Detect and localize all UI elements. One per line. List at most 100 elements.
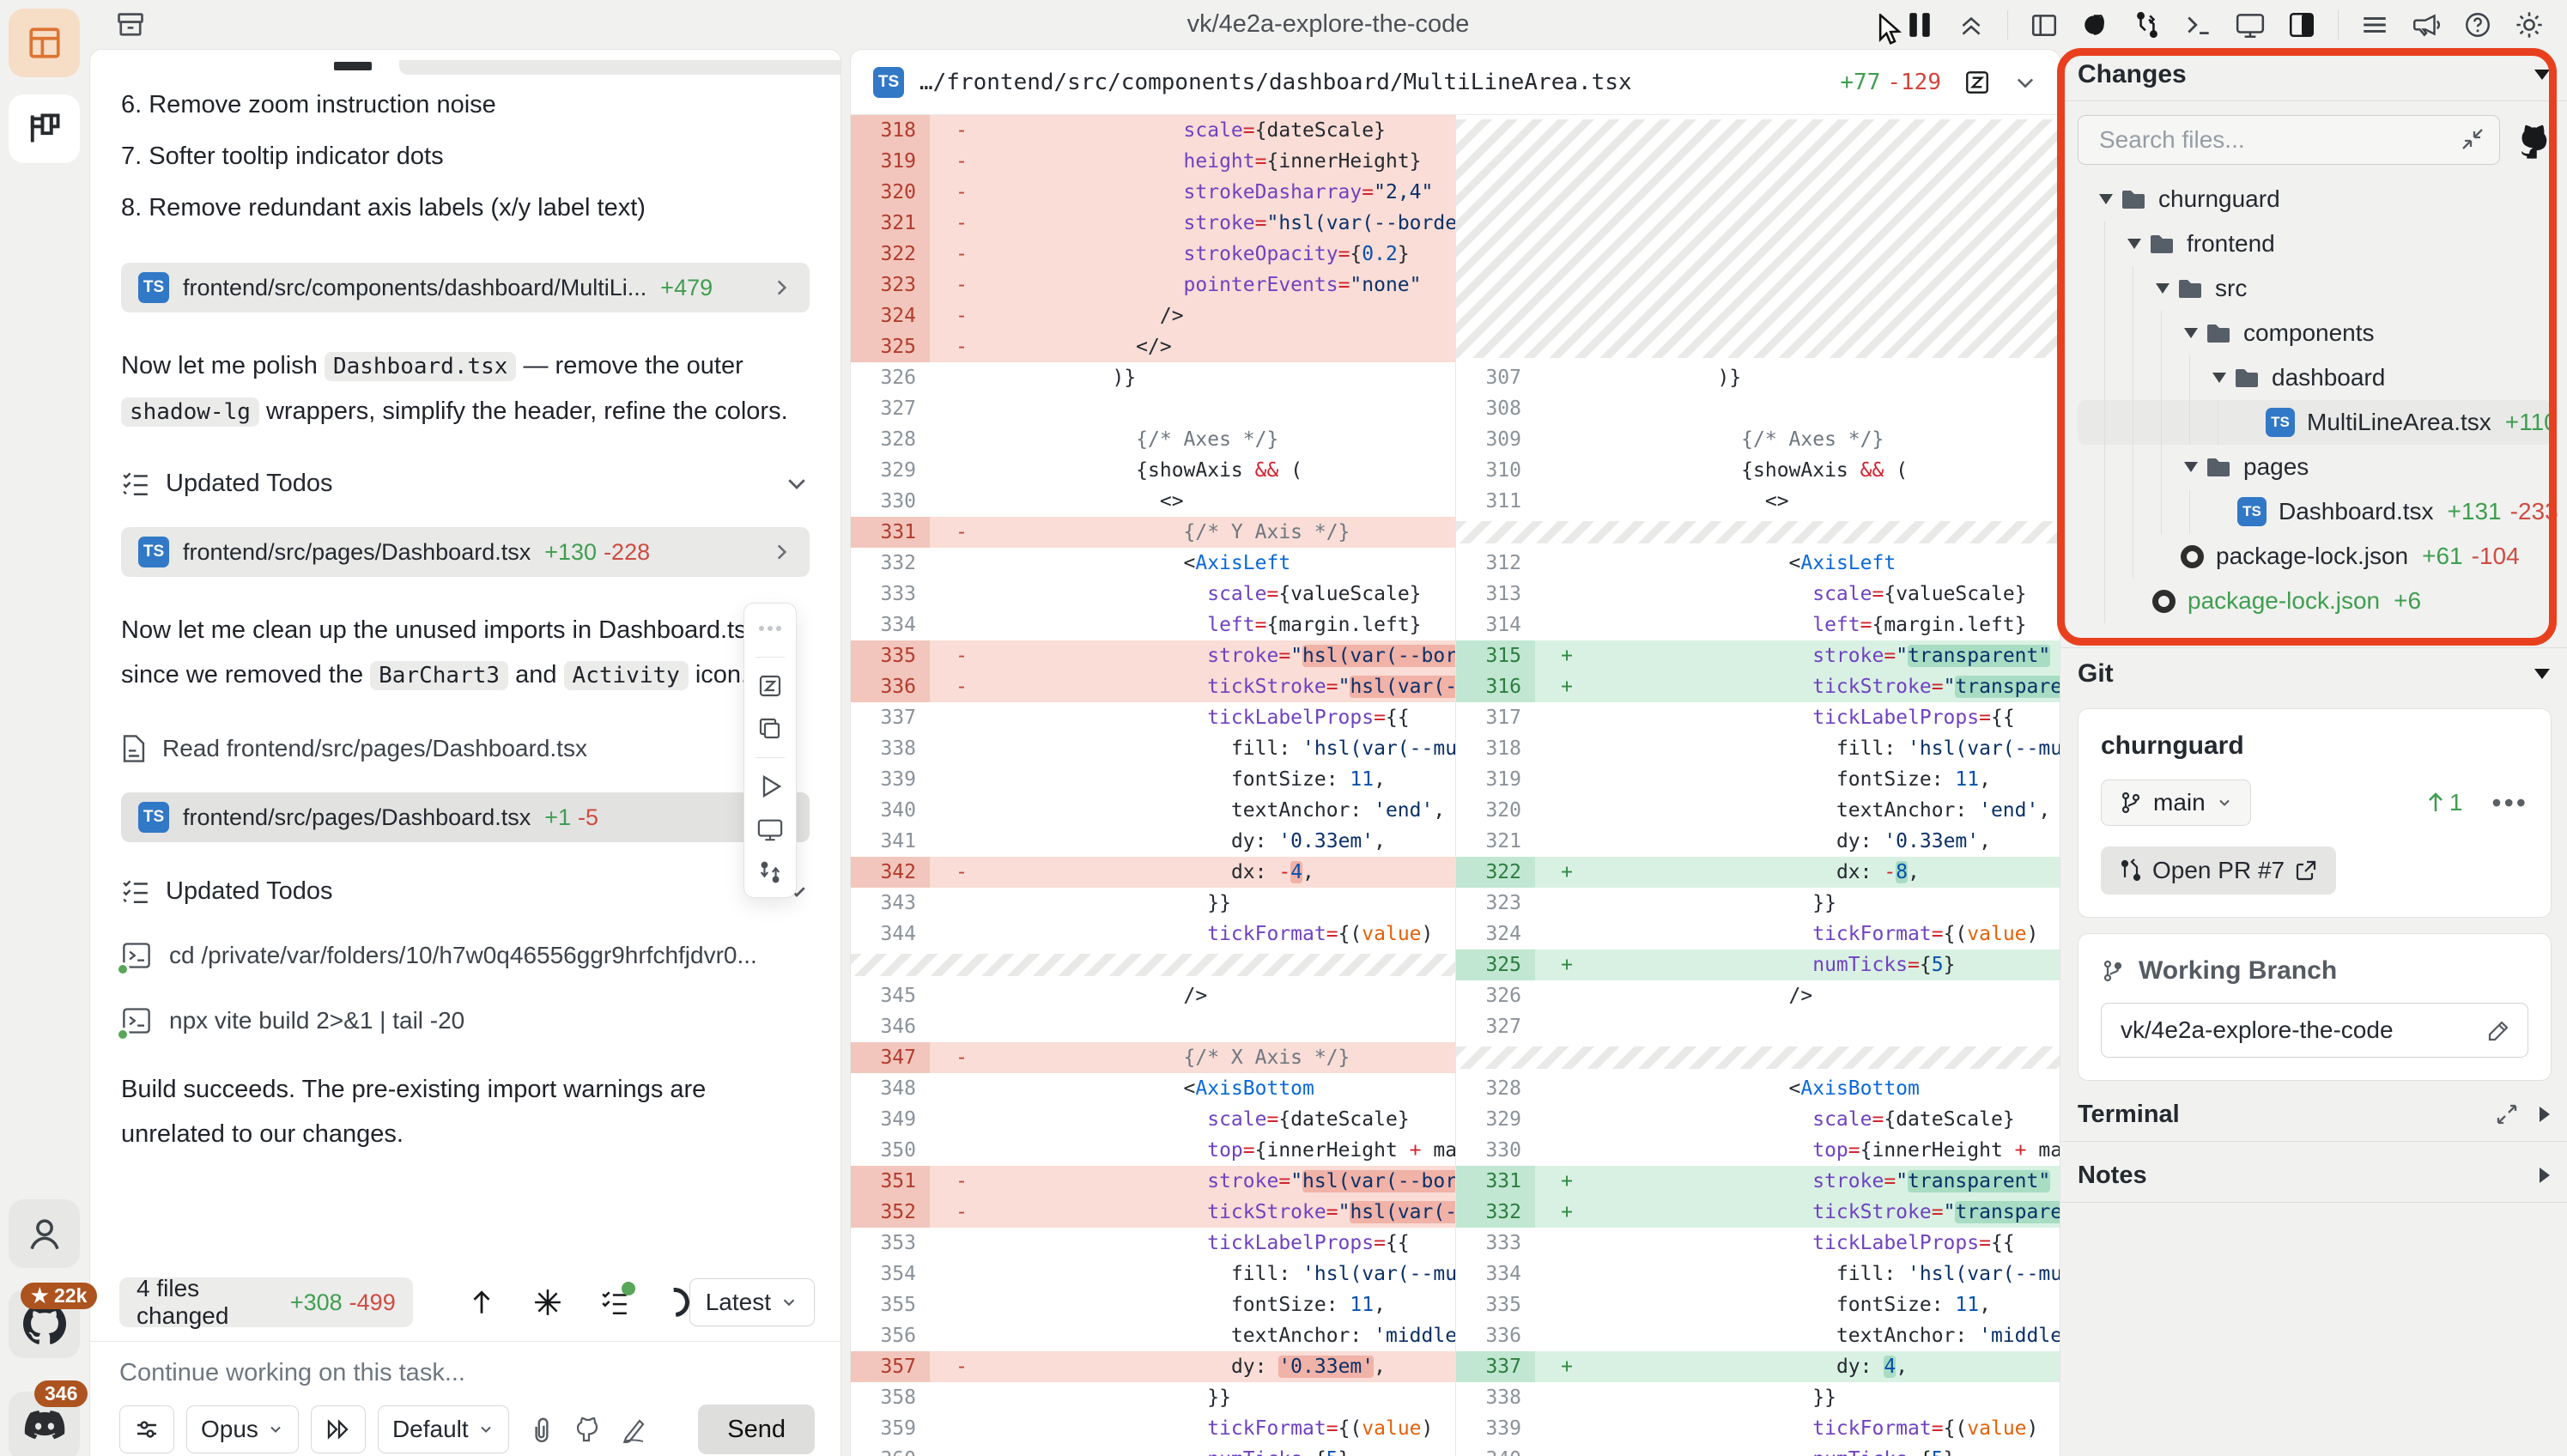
read-file-row[interactable]: Read frontend/src/pages/Dashboard.tsx [121,734,810,763]
more-actions-button[interactable]: ••• [2491,787,2528,819]
code-text: height={innerHeight} [993,146,1455,177]
snapshot-icon[interactable] [1963,69,1991,96]
github-cat-icon[interactable] [574,1416,602,1443]
diff-collapsed-region [1456,1042,2060,1073]
code-text: tickFormat={(value) [1599,1413,2060,1444]
collapse-tree-icon[interactable] [2460,126,2485,152]
changes-section-header[interactable]: Changes [2078,49,2552,100]
diff-row: 311<> [1456,486,2060,517]
files-changed-chip[interactable]: 4 files changed +308 -499 [119,1277,413,1327]
rail-layout-tab[interactable] [9,9,80,77]
tree-row[interactable]: churnguard [2078,177,2552,221]
terminal-section-header[interactable]: Terminal [2078,1088,2552,1141]
read-label: Read frontend/src/pages/Dashboard.tsx [162,735,587,762]
expand-icon[interactable] [2495,1102,2519,1126]
code-text [1599,1011,2060,1042]
terminal-command-row[interactable]: cd /private/var/folders/10/h7w0q46556ggr… [121,940,810,971]
snapshot-icon[interactable] [756,671,785,701]
tree-row[interactable]: dashboard [2078,355,2552,400]
tree-row[interactable]: src [2078,266,2552,311]
caret-right-icon[interactable] [2538,1105,2552,1124]
scroll-top-icon[interactable] [468,1288,495,1317]
toolbar-divider [2007,10,2008,39]
chat-settings-button[interactable] [119,1405,174,1453]
checklist-icon [121,877,150,906]
diff-row: 320textAnchor: 'end', [1456,795,2060,826]
rail-account-button[interactable] [9,1199,80,1268]
rail-board-tab[interactable] [9,94,80,163]
code-text: tickStroke="transparent" [1599,671,2060,702]
fast-forward-button[interactable] [311,1405,366,1453]
menu-icon[interactable] [2359,9,2390,40]
burst-icon[interactable] [533,1288,562,1317]
settings-gear-icon[interactable] [2514,9,2545,40]
line-number: 348 [851,1073,930,1104]
indent-guide [2189,489,2212,534]
removed-count: -228 [604,539,650,566]
git-section-header[interactable]: Git [2078,648,2552,700]
collapse-diff-icon[interactable] [2013,70,2037,94]
display-icon[interactable] [2235,9,2266,40]
model-dropdown[interactable]: Opus [186,1405,299,1453]
code-text: fill: 'hsl(var(--muted))' [1599,1259,2060,1289]
compare-icon[interactable] [756,858,785,887]
branch-dropdown[interactable]: main [2101,780,2251,826]
attach-icon[interactable] [528,1415,555,1444]
run-icon[interactable] [756,772,785,801]
updated-todos-row[interactable]: Updated Todos [121,469,810,498]
panel-right-icon[interactable] [2286,9,2317,40]
tree-row[interactable]: components [2078,311,2552,355]
latest-dropdown[interactable]: Latest [689,1278,815,1326]
line-number: 355 [851,1289,930,1320]
file-diff-chip[interactable]: TSfrontend/src/pages/Dashboard.tsx+130-2… [121,527,810,577]
updated-todos-row[interactable]: Updated Todos [121,877,810,906]
terminal-icon[interactable] [2183,9,2214,40]
pause-icon[interactable] [1904,9,1935,40]
open-pr-button[interactable]: Open PR #7 [2101,846,2336,895]
pen-icon[interactable] [621,1416,648,1443]
code-text: scale={dateScale} [993,115,1455,146]
file-diff-chip[interactable]: TSfrontend/src/pages/Dashboard.tsx+1-5 [121,792,810,842]
terminal-command-row[interactable]: npx vite build 2>&1 | tail -20 [121,1005,810,1036]
indent-guide [2104,400,2127,445]
file-name: package-lock.json [2188,587,2380,615]
preview-icon[interactable] [756,815,785,844]
message-input[interactable]: Continue working on this task... [119,1342,815,1391]
mode-dropdown[interactable]: Default [378,1405,509,1453]
working-branch-input[interactable]: vk/4e2a-explore-the-code [2101,1003,2528,1058]
tree-row[interactable]: TSMultiLineArea.tsx+110-162 [2078,400,2552,445]
diff-new-column[interactable]: 307)}308309{/* Axes */}310{showAxis && (… [1455,115,2060,1456]
collapse-up-icon[interactable] [1956,9,1987,40]
notes-section-header[interactable]: Notes [2078,1149,2552,1202]
tree-row[interactable]: frontend [2078,221,2552,266]
theme-contrast-icon[interactable] [2080,9,2111,40]
diff-old-column[interactable]: 318-scale={dateScale}319-height={innerHe… [851,115,1455,1456]
change-marker: + [1535,949,1599,980]
edit-branch-icon[interactable] [2486,1017,2512,1043]
indent-guide [2133,534,2155,579]
tree-row[interactable]: TSDashboard.tsx+131-233 [2078,489,2552,534]
text-segment: wrappers, simplify the header, refine th… [259,397,788,425]
megaphone-icon[interactable] [2411,9,2442,40]
tree-row[interactable]: package-lock.json+61-104 [2078,534,2552,579]
copy-icon[interactable] [756,714,785,743]
help-icon[interactable] [2462,9,2493,40]
diff-row: 325-</> [851,331,1455,362]
send-button[interactable]: Send [698,1404,815,1454]
change-marker [930,1228,993,1259]
file-diff-chip[interactable]: TSfrontend/src/components/dashboard/Mult… [121,263,810,312]
tree-row[interactable]: package-lock.json+6 [2078,579,2552,623]
tree-row[interactable]: pages [2078,445,2552,489]
todo-list-icon[interactable] [600,1288,629,1317]
github-cat-icon[interactable] [2512,121,2552,159]
panel-left-icon[interactable] [2029,9,2060,40]
typescript-icon: TS [873,67,904,98]
caret-right-icon[interactable] [2538,1166,2552,1185]
more-icon[interactable] [756,614,785,643]
search-files-input[interactable]: Search files... [2078,115,2500,165]
diff-row: 337+dy: 4, [1456,1351,2060,1382]
git-compare-icon[interactable] [2132,9,2163,40]
chevron-down-icon[interactable] [784,470,810,496]
diff-row: 345/> [851,980,1455,1011]
line-number: 321 [851,208,930,239]
